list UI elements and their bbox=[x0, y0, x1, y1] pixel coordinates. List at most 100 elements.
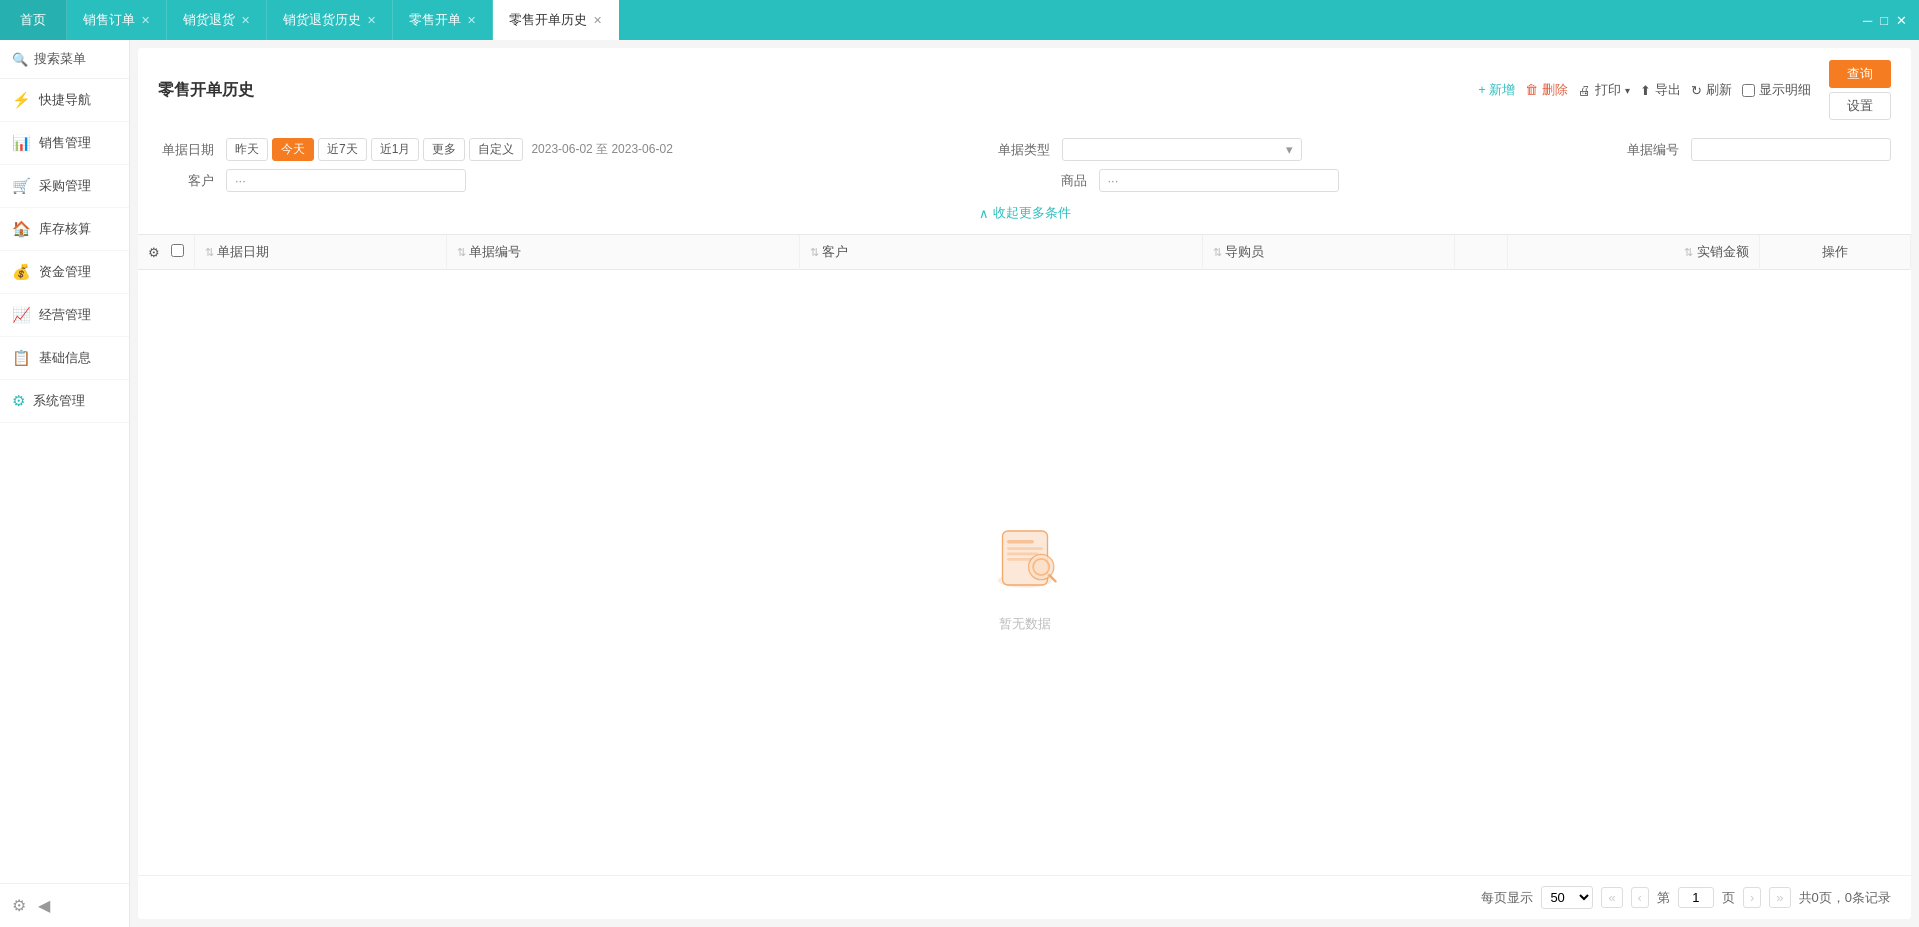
th-date[interactable]: ⇅ 单据日期 bbox=[194, 235, 446, 270]
goods-filter-input[interactable]: ··· bbox=[1099, 169, 1339, 192]
delete-button[interactable]: 🗑 删除 bbox=[1525, 81, 1568, 99]
tab-sales-return[interactable]: 销货退货 ✕ bbox=[167, 0, 267, 40]
customer-filter-input[interactable]: ··· bbox=[226, 169, 466, 192]
svg-rect-3 bbox=[1007, 547, 1043, 550]
date-btn-last7[interactable]: 近7天 bbox=[318, 138, 367, 161]
page-header: 零售开单历史 + 新增 🗑 删除 🖨 打印 ▾ ⬆ bbox=[138, 48, 1911, 235]
last-page-btn[interactable]: » bbox=[1769, 887, 1790, 908]
th-amount[interactable]: ⇅ 实销金额 bbox=[1507, 235, 1759, 270]
add-button[interactable]: + 新增 bbox=[1478, 81, 1515, 99]
goods-filter-label: 商品 bbox=[1031, 172, 1087, 190]
refresh-button[interactable]: ↻ 刷新 bbox=[1691, 81, 1732, 99]
sidebar-item-purchase-mgmt-label: 采购管理 bbox=[39, 177, 91, 195]
sidebar-item-finance[interactable]: 💰 资金管理 bbox=[0, 251, 129, 294]
sidebar-collapse-icon[interactable]: ◀ bbox=[38, 896, 50, 915]
per-page-select[interactable]: 50 20 100 bbox=[1541, 886, 1593, 909]
th-customer[interactable]: ⇅ 客户 bbox=[799, 235, 1202, 270]
print-button[interactable]: 🖨 打印 ▾ bbox=[1578, 81, 1630, 99]
goods-dots-icon: ··· bbox=[1108, 173, 1119, 188]
sidebar: 🔍 搜索菜单 ⚡ 快捷导航 📊 销售管理 🛒 采购管理 🏠 库存核算 💰 资金管… bbox=[0, 40, 130, 927]
sidebar-item-basic-info[interactable]: 📋 基础信息 bbox=[0, 337, 129, 380]
tab-retail-open[interactable]: 零售开单 ✕ bbox=[393, 0, 493, 40]
data-table: ⚙ ⇅ 单据日期 ⇅ 单据编号 bbox=[138, 235, 1911, 270]
tab-sales-return-close[interactable]: ✕ bbox=[241, 14, 250, 27]
first-page-btn[interactable]: « bbox=[1601, 887, 1622, 908]
svg-rect-2 bbox=[1007, 540, 1034, 544]
th-guide-label: 导购员 bbox=[1225, 244, 1264, 259]
tab-sales-order[interactable]: 销售订单 ✕ bbox=[67, 0, 167, 40]
filter-row-customer: 客户 ··· 商品 ··· bbox=[158, 169, 1891, 192]
finance-icon: 💰 bbox=[12, 263, 31, 281]
sort-date-icon: ⇅ bbox=[205, 246, 214, 258]
tab-sales-order-label: 销售订单 bbox=[83, 11, 135, 29]
query-button[interactable]: 查询 bbox=[1829, 60, 1891, 88]
tab-retail-open-label: 零售开单 bbox=[409, 11, 461, 29]
sales-mgmt-icon: 📊 bbox=[12, 134, 31, 152]
select-all-checkbox[interactable] bbox=[171, 244, 184, 257]
sidebar-item-sales-mgmt[interactable]: 📊 销售管理 bbox=[0, 122, 129, 165]
next-page-btn[interactable]: › bbox=[1743, 887, 1761, 908]
table-settings-icon[interactable]: ⚙ bbox=[148, 245, 160, 260]
query-set-group: 查询 设置 bbox=[1829, 60, 1891, 120]
empty-text: 暂无数据 bbox=[999, 615, 1051, 633]
sidebar-search[interactable]: 🔍 搜索菜单 bbox=[0, 40, 129, 79]
table-header-row: ⚙ ⇅ 单据日期 ⇅ 单据编号 bbox=[138, 235, 1911, 270]
tab-retail-history-close[interactable]: ✕ bbox=[593, 14, 602, 27]
collapse-arrow-icon: ∧ bbox=[979, 206, 989, 221]
sys-mgmt-icon: ⚙ bbox=[12, 392, 25, 410]
type-filter-select[interactable]: ▾ bbox=[1062, 138, 1302, 161]
settings-button[interactable]: 设置 bbox=[1829, 92, 1891, 120]
date-btn-custom[interactable]: 自定义 bbox=[469, 138, 523, 161]
sidebar-item-purchase-mgmt[interactable]: 🛒 采购管理 bbox=[0, 165, 129, 208]
th-no[interactable]: ⇅ 单据编号 bbox=[446, 235, 799, 270]
sidebar-item-quick-nav[interactable]: ⚡ 快捷导航 bbox=[0, 79, 129, 122]
th-guide[interactable]: ⇅ 导购员 bbox=[1202, 235, 1454, 270]
maximize-btn[interactable]: □ bbox=[1880, 13, 1888, 28]
sidebar-item-sys-mgmt[interactable]: ⚙ 系统管理 bbox=[0, 380, 129, 423]
sidebar-item-operations[interactable]: 📈 经营管理 bbox=[0, 294, 129, 337]
sidebar-search-label: 搜索菜单 bbox=[34, 50, 86, 68]
date-btn-today[interactable]: 今天 bbox=[272, 138, 314, 161]
quick-nav-icon: ⚡ bbox=[12, 91, 31, 109]
search-icon: 🔍 bbox=[12, 52, 28, 67]
show-detail-checkbox[interactable]: 显示明细 bbox=[1742, 81, 1811, 99]
date-btn-more[interactable]: 更多 bbox=[423, 138, 465, 161]
filter-row-date: 单据日期 昨天 今天 近7天 近1月 更多 自定义 2023-06-02 至 2… bbox=[158, 138, 1891, 161]
page-input[interactable]: 1 bbox=[1678, 887, 1714, 908]
print-label: 打印 bbox=[1595, 81, 1621, 99]
basic-info-icon: 📋 bbox=[12, 349, 31, 367]
top-tab-bar: 首页 销售订单 ✕ 销货退货 ✕ 销货退货历史 ✕ 零售开单 ✕ 零售开单历史 … bbox=[0, 0, 1919, 40]
tab-sales-return-label: 销货退货 bbox=[183, 11, 235, 29]
sidebar-item-basic-info-label: 基础信息 bbox=[39, 349, 91, 367]
page-suffix: 页 bbox=[1722, 889, 1735, 907]
tab-sales-order-close[interactable]: ✕ bbox=[141, 14, 150, 27]
prev-page-btn[interactable]: ‹ bbox=[1631, 887, 1649, 908]
date-btn-last1month[interactable]: 近1月 bbox=[371, 138, 420, 161]
toolbar-buttons: + 新增 🗑 删除 🖨 打印 ▾ ⬆ 导出 bbox=[1478, 81, 1811, 99]
close-btn[interactable]: ✕ bbox=[1896, 13, 1907, 28]
collapse-label: 收起更多条件 bbox=[993, 204, 1071, 222]
date-btn-yesterday[interactable]: 昨天 bbox=[226, 138, 268, 161]
no-filter-input[interactable] bbox=[1691, 138, 1891, 161]
per-page-label: 每页显示 bbox=[1481, 889, 1533, 907]
sidebar-item-inventory[interactable]: 🏠 库存核算 bbox=[0, 208, 129, 251]
tab-sales-return-history-close[interactable]: ✕ bbox=[367, 14, 376, 27]
sidebar-item-sales-mgmt-label: 销售管理 bbox=[39, 134, 91, 152]
export-icon: ⬆ bbox=[1640, 83, 1651, 98]
pagination: 每页显示 50 20 100 « ‹ 第 1 页 › » 共0页，0条记录 bbox=[138, 875, 1911, 919]
type-filter-label: 单据类型 bbox=[994, 141, 1050, 159]
export-button[interactable]: ⬆ 导出 bbox=[1640, 81, 1681, 99]
minimize-btn[interactable]: ─ bbox=[1863, 13, 1872, 28]
collapse-bar[interactable]: ∧ 收起更多条件 bbox=[158, 200, 1891, 230]
th-date-label: 单据日期 bbox=[217, 244, 269, 259]
tab-retail-open-close[interactable]: ✕ bbox=[467, 14, 476, 27]
print-arrow-icon: ▾ bbox=[1625, 85, 1630, 96]
th-no-label: 单据编号 bbox=[469, 244, 521, 259]
tab-home[interactable]: 首页 bbox=[0, 0, 67, 40]
show-detail-input[interactable] bbox=[1742, 84, 1755, 97]
tab-retail-history[interactable]: 零售开单历史 ✕ bbox=[493, 0, 619, 40]
svg-rect-4 bbox=[1007, 552, 1039, 555]
sidebar-settings-icon[interactable]: ⚙ bbox=[12, 896, 26, 915]
filter-area: 单据日期 昨天 今天 近7天 近1月 更多 自定义 2023-06-02 至 2… bbox=[158, 130, 1891, 234]
tab-sales-return-history[interactable]: 销货退货历史 ✕ bbox=[267, 0, 393, 40]
